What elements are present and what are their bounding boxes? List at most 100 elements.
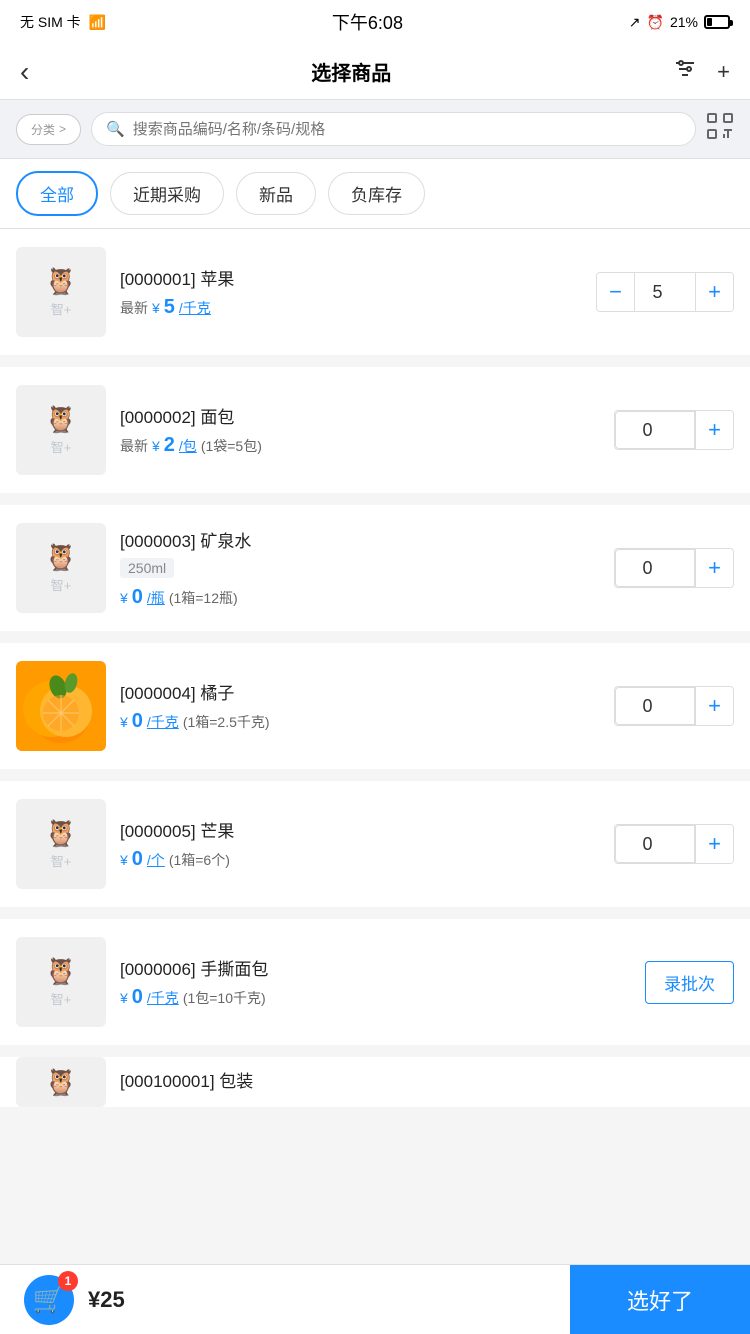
product-thumbnail: 🦉 智+ [16, 937, 106, 1027]
product-name: [0000001] 苹果 [120, 265, 582, 290]
quantity-stepper[interactable] [615, 411, 695, 449]
list-item: 🦉 [000100001] 包装 [0, 1057, 750, 1107]
placeholder-logo: 🦉 智+ [45, 266, 77, 318]
product-list: 🦉 智+ [0000001] 苹果 最新 ¥ 5 /千克 − + � [0, 229, 750, 1189]
product-price: ¥ 0 /个 (1箱=6个) [120, 848, 600, 871]
filter-icon[interactable] [673, 57, 697, 87]
add-button[interactable]: + [717, 59, 730, 85]
status-bar: 无 SIM 卡 📶 下午6:08 ↗ ⏰ 21% [0, 0, 750, 44]
product-spec: 250ml [120, 558, 174, 578]
product-info: [0000006] 手撕面包 ¥ 0 /千克 (1包=10千克) [120, 955, 631, 1009]
search-input[interactable] [133, 121, 681, 138]
list-item: 🦉 智+ [0000002] 面包 最新 ¥ 2 /包 (1袋=5包) + [0, 367, 750, 493]
battery-icon [704, 15, 730, 29]
cart-total-price: ¥25 [88, 1287, 125, 1313]
tab-negative[interactable]: 负库存 [328, 172, 425, 215]
product-name: [0000003] 矿泉水 [120, 527, 600, 552]
qty-box: + [614, 686, 734, 726]
back-button[interactable]: ‹ [20, 56, 29, 88]
quantity-control: + [614, 548, 734, 588]
product-name: [0000002] 面包 [120, 403, 600, 428]
quantity-control: + [614, 686, 734, 726]
quantity-stepper[interactable] [615, 825, 695, 863]
tab-new[interactable]: 新品 [236, 172, 316, 215]
placeholder-logo: 🦉 智+ [45, 404, 77, 456]
product-info: [0000004] 橘子 ¥ 0 /千克 (1箱=2.5千克) [120, 679, 600, 733]
qty-increase-button[interactable]: + [695, 273, 733, 311]
product-thumbnail: 🦉 智+ [16, 247, 106, 337]
bottom-bar: 🛒 1 ¥25 选好了 [0, 1264, 750, 1334]
placeholder-logo: 🦉 [45, 1067, 77, 1098]
qty-box: + [614, 410, 734, 450]
qty-increase-button[interactable]: + [695, 411, 733, 449]
qty-box: − + [596, 272, 734, 312]
product-info: [0000003] 矿泉水 250ml ¥ 0 /瓶 (1箱=12瓶) [120, 527, 600, 609]
page-title: 选择商品 [311, 57, 391, 86]
carrier-text: 无 SIM 卡 [20, 12, 81, 32]
record-batch-button[interactable]: 录批次 [645, 961, 734, 1004]
qty-box: + [614, 824, 734, 864]
quantity-control: − + [596, 272, 734, 312]
product-price: ¥ 0 /千克 (1箱=2.5千克) [120, 710, 600, 733]
product-price: 最新 ¥ 5 /千克 [120, 296, 582, 319]
search-box: 🔍 [91, 112, 696, 146]
status-time: 下午6:08 [332, 9, 403, 35]
product-name: [0000006] 手撕面包 [120, 955, 631, 980]
list-item: 🦉 智+ [0000006] 手撕面包 ¥ 0 /千克 (1包=10千克) 录批… [0, 919, 750, 1045]
placeholder-logo: 🦉 智+ [45, 956, 77, 1008]
category-button[interactable]: 分类 > [16, 114, 81, 145]
list-item: 🦉 智+ [0000001] 苹果 最新 ¥ 5 /千克 − + [0, 229, 750, 355]
qty-increase-button[interactable]: + [695, 687, 733, 725]
quantity-stepper[interactable] [615, 687, 695, 725]
list-item: 🦉 智+ [0000005] 芒果 ¥ 0 /个 (1箱=6个) + [0, 781, 750, 907]
list-item: 🦉 智+ [0000003] 矿泉水 250ml ¥ 0 /瓶 (1箱=12瓶)… [0, 505, 750, 631]
product-info: [0000001] 苹果 最新 ¥ 5 /千克 [120, 265, 582, 319]
category-chevron: > [59, 122, 66, 136]
scan-icon[interactable] [706, 112, 734, 146]
cart-area: 🛒 1 ¥25 [0, 1275, 570, 1325]
location-icon: ↗ [629, 14, 641, 31]
wifi-icon: 📶 [89, 14, 106, 31]
qty-increase-button[interactable]: + [695, 549, 733, 587]
confirm-button[interactable]: 选好了 [570, 1265, 750, 1334]
cart-icon-wrap[interactable]: 🛒 1 [24, 1275, 74, 1325]
quantity-stepper[interactable] [635, 273, 695, 311]
status-left: 无 SIM 卡 📶 [20, 12, 106, 32]
placeholder-logo: 🦉 智+ [45, 542, 77, 594]
cart-badge: 1 [58, 1271, 78, 1291]
category-label: 分类 [31, 121, 55, 138]
status-right: ↗ ⏰ 21% [629, 14, 730, 31]
product-thumbnail: 🦉 [16, 1057, 106, 1107]
product-price: ¥ 0 /千克 (1包=10千克) [120, 986, 631, 1009]
product-thumbnail: 🦉 智+ [16, 523, 106, 613]
list-item: [0000004] 橘子 ¥ 0 /千克 (1箱=2.5千克) + [0, 643, 750, 769]
tab-bar: 全部 近期采购 新品 负库存 [0, 159, 750, 229]
quantity-stepper[interactable] [615, 549, 695, 587]
product-name: [0000004] 橘子 [120, 679, 600, 704]
nav-left: ‹ [20, 56, 29, 88]
qty-decrease-button[interactable]: − [597, 273, 635, 311]
quantity-control: 录批次 [645, 961, 734, 1004]
product-thumbnail: 🦉 智+ [16, 385, 106, 475]
product-thumbnail: 🦉 智+ [16, 799, 106, 889]
nav-right: + [673, 57, 730, 87]
product-info: [000100001] 包装 [120, 1067, 734, 1098]
product-info: [0000002] 面包 最新 ¥ 2 /包 (1袋=5包) [120, 403, 600, 457]
alarm-icon: ⏰ [647, 14, 664, 31]
fruit-image [16, 661, 106, 751]
product-price: 最新 ¥ 2 /包 (1袋=5包) [120, 434, 600, 457]
tab-recent[interactable]: 近期采购 [110, 172, 224, 215]
product-name: [000100001] 包装 [120, 1067, 734, 1092]
product-name: [0000005] 芒果 [120, 817, 600, 842]
qty-box: + [614, 548, 734, 588]
quantity-control: + [614, 824, 734, 864]
quantity-control: + [614, 410, 734, 450]
search-icon: 🔍 [106, 120, 125, 138]
qty-increase-button[interactable]: + [695, 825, 733, 863]
tab-all[interactable]: 全部 [16, 171, 98, 216]
placeholder-logo: 🦉 智+ [45, 818, 77, 870]
nav-bar: ‹ 选择商品 + [0, 44, 750, 100]
cart-icon: 🛒 [33, 1284, 65, 1315]
product-info: [0000005] 芒果 ¥ 0 /个 (1箱=6个) [120, 817, 600, 871]
product-price: ¥ 0 /瓶 (1箱=12瓶) [120, 586, 600, 609]
